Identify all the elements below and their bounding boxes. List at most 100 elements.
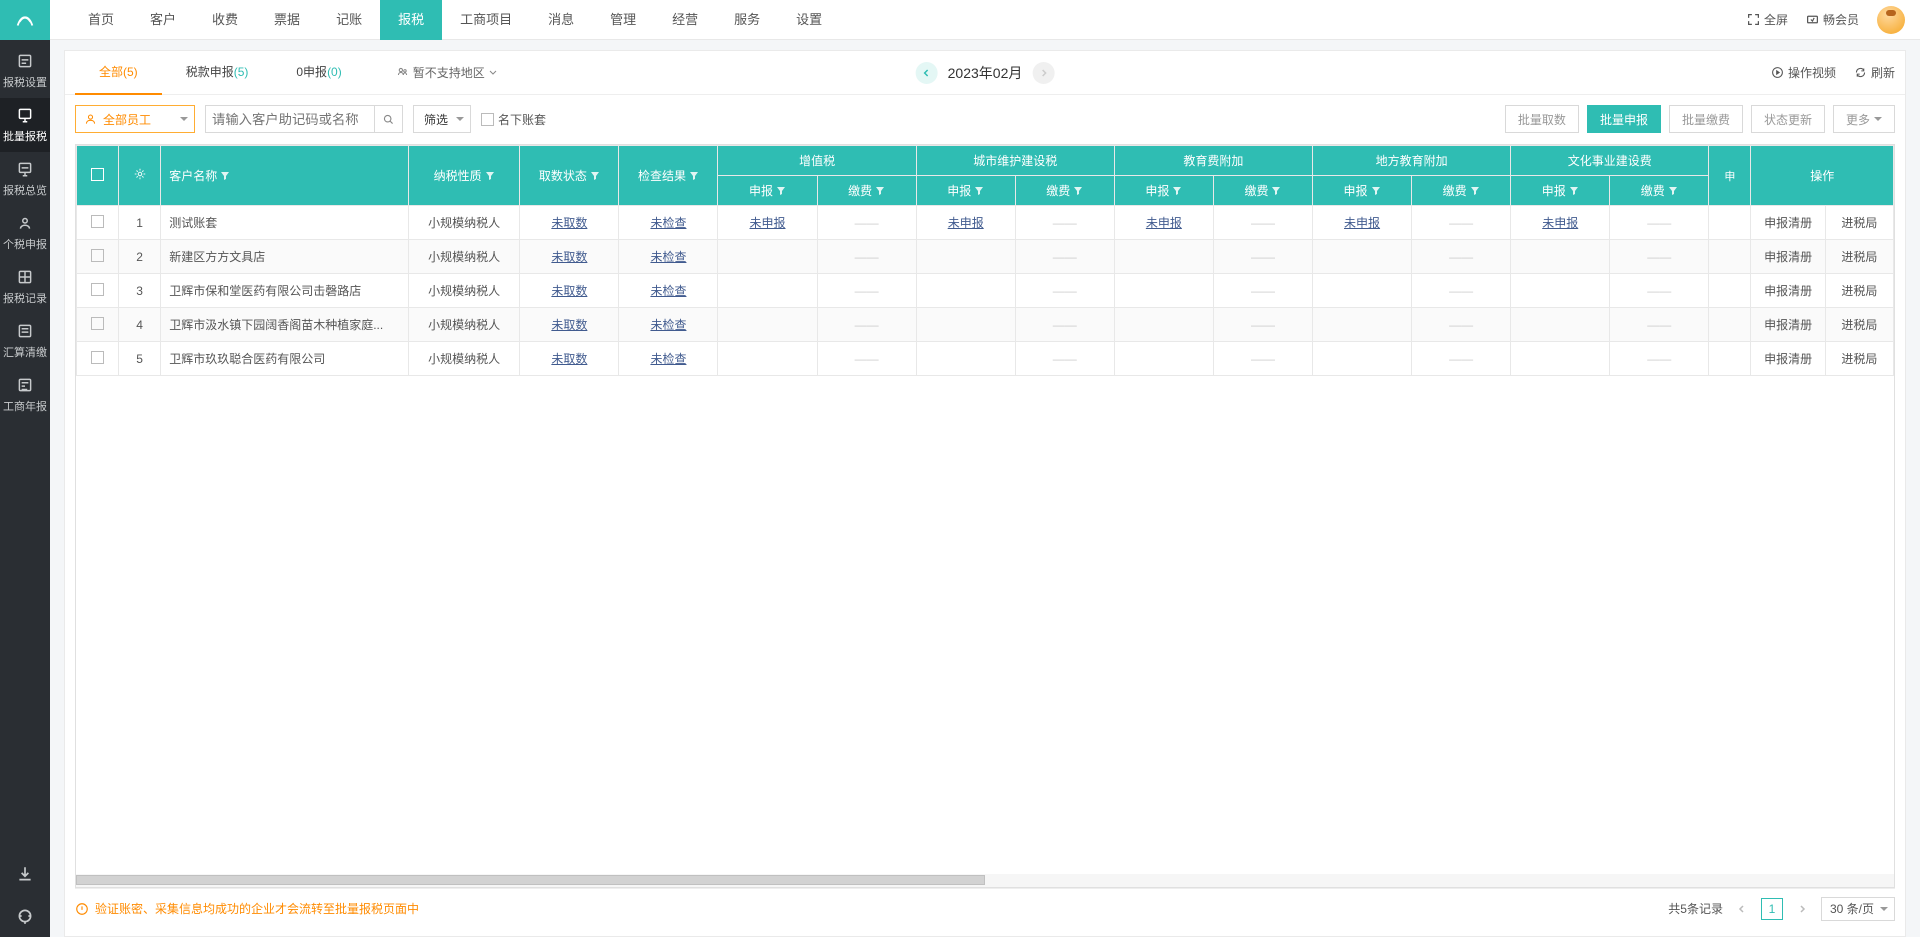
avatar[interactable] [1877,6,1905,34]
video-link[interactable]: 操作视频 [1771,64,1836,81]
th-declare-0[interactable]: 申报 [718,176,817,206]
row-op-bureau[interactable]: 进税局 [1825,206,1893,240]
batch-pay-button[interactable]: 批量缴费 [1669,105,1743,133]
topnav-item-1[interactable]: 客户 [132,0,194,40]
page-size-select[interactable]: 30 条/页 [1821,897,1895,921]
row-op-bureau[interactable]: 进税局 [1825,342,1893,376]
row-customer[interactable]: 卫辉市汲水镇下园阔香阁苗木种植家庭... [161,308,409,342]
row-declare[interactable]: 未申报 [1511,206,1610,240]
th-declare-1[interactable]: 申报 [916,176,1015,206]
horizontal-scrollbar[interactable] [75,874,1895,888]
row-op-list[interactable]: 申报清册 [1751,274,1825,308]
sidebar-item-2[interactable]: 报税总览 [0,152,50,206]
page-next-button[interactable] [1791,898,1813,920]
th-pay-1[interactable]: 缴费 [1015,176,1114,206]
row-check[interactable]: 未检查 [619,240,718,274]
sidebar-item-3[interactable]: 个税申报 [0,206,50,260]
row-op-list[interactable]: 申报清册 [1751,342,1825,376]
topnav-item-11[interactable]: 设置 [778,0,840,40]
month-next-button[interactable] [1032,62,1054,84]
th-gear[interactable] [119,146,161,206]
topnav-item-4[interactable]: 记账 [318,0,380,40]
search-button[interactable] [375,105,403,133]
sidebar-item-6[interactable]: 工商年报 [0,368,50,422]
region-unsupported[interactable]: 暂不支持地区 [396,64,497,81]
th-declare-4[interactable]: 申报 [1511,176,1610,206]
logo[interactable] [0,0,50,40]
employee-select[interactable]: 全部员工 [75,105,195,133]
row-declare[interactable]: 未申报 [718,206,817,240]
topnav-item-0[interactable]: 首页 [70,0,132,40]
row-check[interactable]: 未检查 [619,274,718,308]
topnav-item-8[interactable]: 管理 [592,0,654,40]
row-op-list[interactable]: 申报清册 [1751,240,1825,274]
row-checkbox[interactable] [77,274,119,308]
row-checkbox[interactable] [77,342,119,376]
th-fetch[interactable]: 取数状态 [520,146,619,206]
sidebar-download-icon[interactable] [0,853,50,895]
row-fetch[interactable]: 未取数 [520,206,619,240]
topnav-item-9[interactable]: 经营 [654,0,716,40]
refresh-link[interactable]: 刷新 [1854,64,1895,81]
page-current[interactable]: 1 [1761,898,1783,920]
row-declare[interactable]: 未申报 [1313,206,1412,240]
th-pay-3[interactable]: 缴费 [1412,176,1511,206]
row-check[interactable]: 未检查 [619,206,718,240]
row-fetch[interactable]: 未取数 [520,274,619,308]
page-prev-button[interactable] [1731,898,1753,920]
scrollbar-thumb[interactable] [76,875,985,885]
member-link[interactable]: 畅会员 [1806,11,1859,28]
sidebar-support-icon[interactable] [0,895,50,937]
content-tab-0[interactable]: 全部(5) [75,51,162,95]
row-customer[interactable]: 新建区方方文具店 [161,240,409,274]
sidebar-item-4[interactable]: 报税记录 [0,260,50,314]
th-declare-3[interactable]: 申报 [1313,176,1412,206]
row-fetch[interactable]: 未取数 [520,342,619,376]
row-check[interactable]: 未检查 [619,342,718,376]
month-label[interactable]: 2023年02月 [948,63,1023,83]
row-op-list[interactable]: 申报清册 [1751,308,1825,342]
sidebar-item-5[interactable]: 汇算清缴 [0,314,50,368]
filter-select[interactable]: 筛选 [413,105,471,133]
row-fetch[interactable]: 未取数 [520,308,619,342]
sidebar-item-0[interactable]: 报税设置 [0,44,50,98]
row-op-list[interactable]: 申报清册 [1751,206,1825,240]
th-checkbox[interactable] [77,146,119,206]
month-prev-button[interactable] [916,62,938,84]
row-checkbox[interactable] [77,206,119,240]
topnav-item-3[interactable]: 票据 [256,0,318,40]
sidebar-item-1[interactable]: 批量报税 [0,98,50,152]
search-input[interactable] [205,105,375,133]
batch-fetch-button[interactable]: 批量取数 [1505,105,1579,133]
row-checkbox[interactable] [77,308,119,342]
topnav-item-7[interactable]: 消息 [530,0,592,40]
content-tab-2[interactable]: 0申报(0) [272,51,365,95]
row-declare[interactable]: 未申报 [916,206,1015,240]
row-customer[interactable]: 测试账套 [161,206,409,240]
th-tax-type[interactable]: 纳税性质 [408,146,519,206]
row-op-bureau[interactable]: 进税局 [1825,308,1893,342]
row-op-bureau[interactable]: 进税局 [1825,274,1893,308]
topnav-item-6[interactable]: 工商项目 [442,0,530,40]
alt-set-checkbox[interactable]: 名下账套 [481,111,546,128]
th-customer[interactable]: 客户名称 [161,146,409,206]
row-customer[interactable]: 卫辉市玖玖聪合医药有限公司 [161,342,409,376]
content-tab-1[interactable]: 税款申报(5) [162,51,273,95]
status-update-button[interactable]: 状态更新 [1751,105,1825,133]
row-op-bureau[interactable]: 进税局 [1825,240,1893,274]
row-fetch[interactable]: 未取数 [520,240,619,274]
row-checkbox[interactable] [77,240,119,274]
row-customer[interactable]: 卫辉市保和堂医药有限公司击磬路店 [161,274,409,308]
row-declare[interactable]: 未申报 [1114,206,1213,240]
th-pay-0[interactable]: 缴费 [817,176,916,206]
th-pay-2[interactable]: 缴费 [1213,176,1312,206]
th-pay-4[interactable]: 缴费 [1610,176,1709,206]
th-declare-2[interactable]: 申报 [1114,176,1213,206]
topnav-item-2[interactable]: 收费 [194,0,256,40]
batch-declare-button[interactable]: 批量申报 [1587,105,1661,133]
topnav-item-5[interactable]: 报税 [380,0,442,40]
fullscreen-link[interactable]: 全屏 [1747,11,1788,28]
th-check[interactable]: 检查结果 [619,146,718,206]
row-check[interactable]: 未检查 [619,308,718,342]
topnav-item-10[interactable]: 服务 [716,0,778,40]
